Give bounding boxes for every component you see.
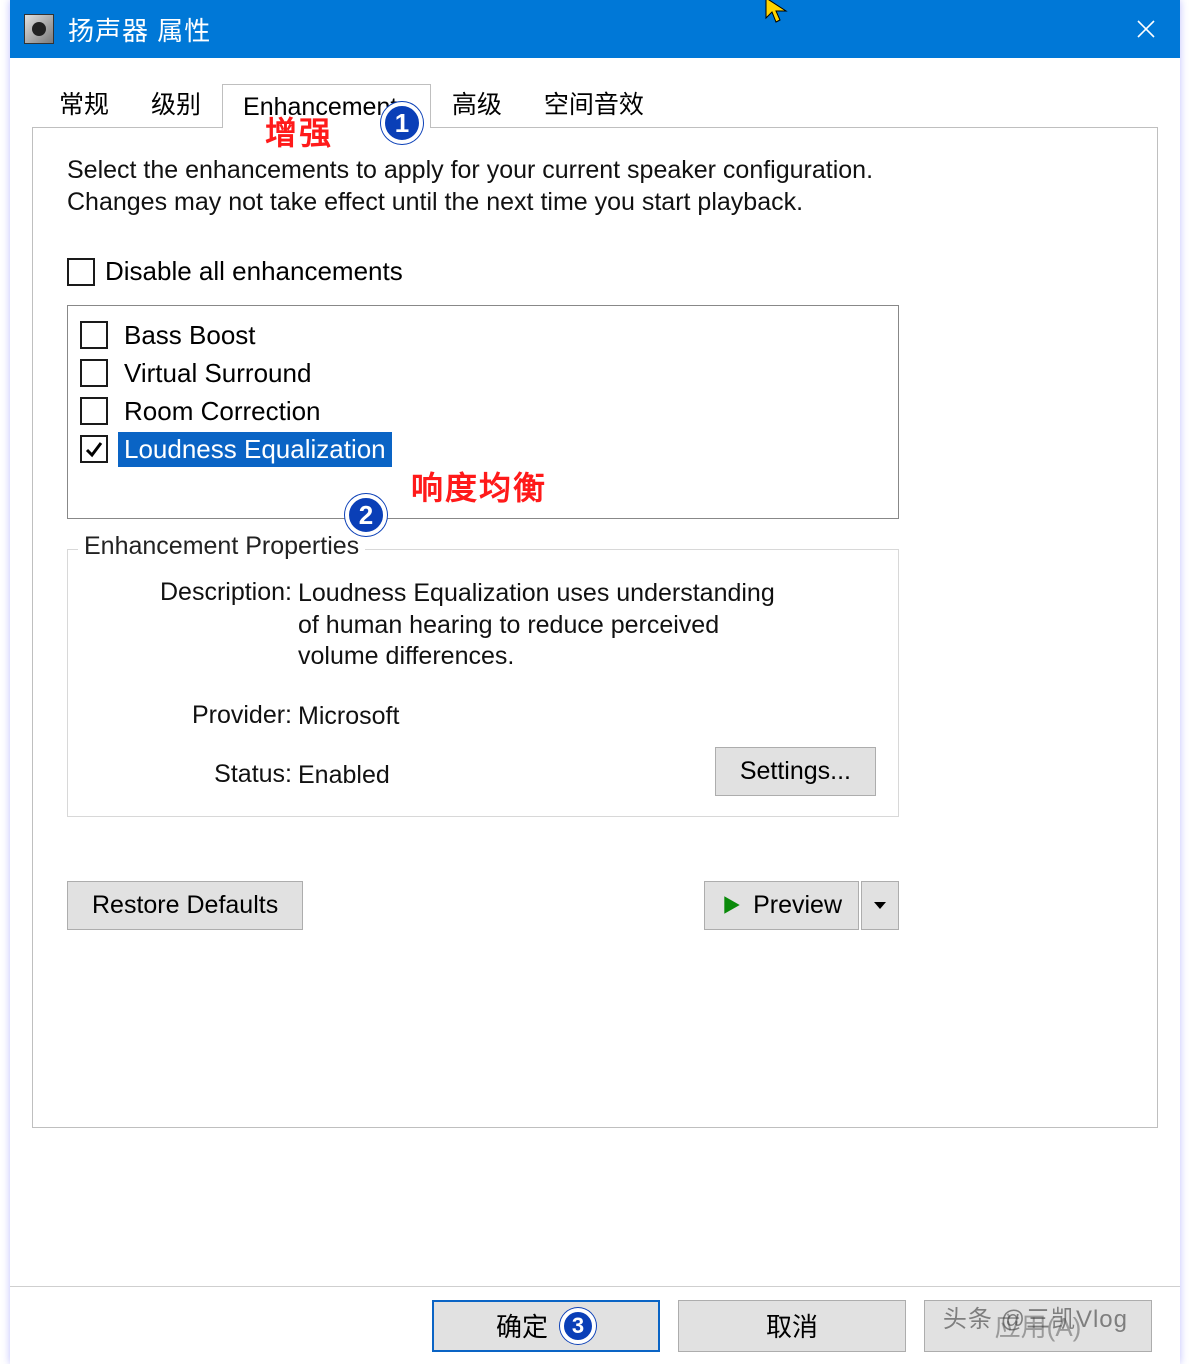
preview-button[interactable]: Preview	[704, 881, 859, 930]
list-item: Room Correction	[80, 392, 886, 430]
loudness-equalization-checkbox[interactable]	[80, 435, 108, 463]
client-area: 常规 级别 Enhancements 高级 空间音效 Select the en…	[10, 58, 1180, 1364]
status-value: Enabled	[298, 760, 778, 792]
titlebar: 扬声器 属性	[10, 0, 1180, 58]
close-icon	[1136, 19, 1156, 39]
restore-defaults-button[interactable]: Restore Defaults	[67, 881, 303, 930]
virtual-surround-checkbox[interactable]	[80, 359, 108, 387]
disable-all-checkbox[interactable]	[67, 258, 95, 286]
room-correction-label[interactable]: Room Correction	[118, 394, 327, 429]
loudness-equalization-label[interactable]: Loudness Equalization	[118, 432, 392, 467]
preview-label: Preview	[753, 891, 842, 920]
cancel-button[interactable]: 取消	[678, 1300, 906, 1352]
bass-boost-label[interactable]: Bass Boost	[118, 318, 262, 353]
description-label: Description:	[92, 578, 292, 607]
tab-strip: 常规 级别 Enhancements 高级 空间音效	[32, 83, 1158, 128]
watermark-text: 头条 @三凯Vlog	[943, 1299, 1128, 1334]
annotation-label-1: 增强	[265, 108, 333, 154]
annotation-label-2: 响度均衡	[411, 463, 547, 509]
virtual-surround-label[interactable]: Virtual Surround	[118, 356, 317, 391]
chevron-down-icon	[872, 897, 888, 913]
description-value: Loudness Equalization uses understanding…	[298, 578, 778, 673]
mouse-cursor-icon	[764, 0, 790, 29]
enhancement-properties-group: Enhancement Properties Description: Loud…	[67, 549, 899, 817]
annotation-badge-1: 1	[381, 102, 423, 144]
close-button[interactable]	[1118, 1, 1174, 57]
bass-boost-checkbox[interactable]	[80, 321, 108, 349]
room-correction-checkbox[interactable]	[80, 397, 108, 425]
provider-label: Provider:	[92, 701, 292, 730]
disable-all-label: Disable all enhancements	[105, 256, 403, 287]
speaker-icon	[24, 14, 54, 44]
window-frame: 扬声器 属性 常规 级别 Enhancements 高级 空间音效 Select…	[10, 0, 1180, 1364]
preview-dropdown-button[interactable]	[861, 881, 899, 930]
status-label: Status:	[92, 760, 292, 789]
tab-spatial[interactable]: 空间音效	[523, 76, 665, 127]
annotation-badge-3: 3	[560, 1308, 596, 1344]
provider-value: Microsoft	[298, 701, 778, 733]
play-icon	[721, 894, 743, 916]
ok-button[interactable]: 确定 3	[432, 1300, 660, 1352]
list-item: Virtual Surround	[80, 354, 886, 392]
list-item: Bass Boost	[80, 316, 886, 354]
tab-levels[interactable]: 级别	[130, 76, 222, 127]
group-title: Enhancement Properties	[78, 532, 365, 561]
tab-page-enhancements: Select the enhancements to apply for you…	[32, 128, 1158, 1128]
intro-text: Select the enhancements to apply for you…	[67, 154, 917, 218]
tab-advanced[interactable]: 高级	[431, 76, 523, 127]
window-title: 扬声器 属性	[68, 11, 211, 48]
tab-general[interactable]: 常规	[38, 76, 130, 127]
ok-label: 确定	[496, 1307, 548, 1344]
settings-button[interactable]: Settings...	[715, 747, 876, 796]
annotation-badge-2: 2	[345, 494, 387, 536]
